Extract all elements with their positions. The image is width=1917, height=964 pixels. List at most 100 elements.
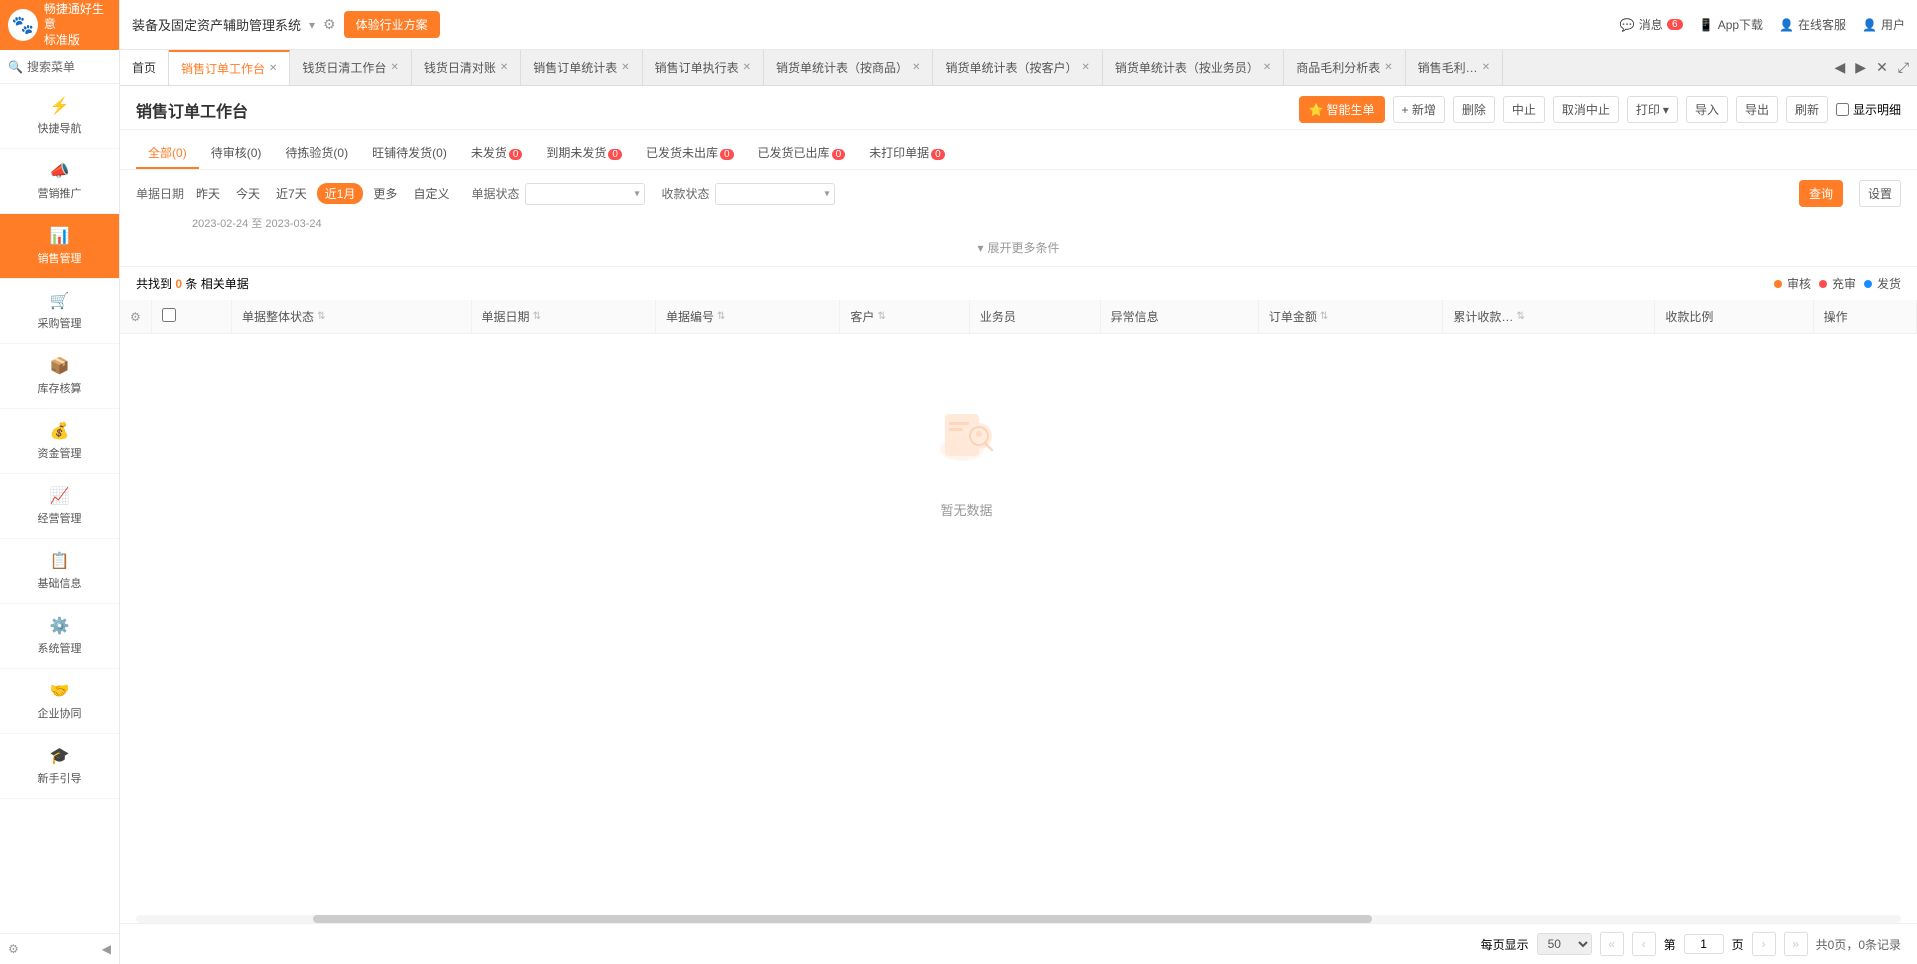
filter-tab-unprinted[interactable]: 未打印单据0 — [857, 138, 957, 169]
status-select[interactable] — [525, 183, 645, 205]
date-yesterday-btn[interactable]: 昨天 — [190, 183, 226, 204]
reconciliation-tab[interactable]: 钱货日清对账 ✕ — [412, 50, 521, 86]
ship-action[interactable]: 发货 — [1864, 275, 1901, 292]
next-page-btn[interactable]: › — [1752, 932, 1776, 956]
th-customer-sort[interactable]: 客户 ⇅ — [850, 308, 958, 325]
sidebar-item-marketing[interactable]: 📣 营销推广 — [0, 149, 119, 214]
filter-tab-pending[interactable]: 待审核(0) — [199, 138, 274, 169]
tab-expand-btn[interactable]: ⤢ — [1894, 57, 1913, 78]
customer-stats-tab[interactable]: 销货单统计表（按客户） ✕ — [933, 50, 1102, 86]
sidebar-item-quick-nav[interactable]: ⚡ 快捷导航 — [0, 84, 119, 149]
export-button[interactable]: 导出 — [1736, 96, 1778, 123]
payment-select[interactable] — [715, 183, 835, 205]
sidebar-item-finance[interactable]: 💰 资金管理 — [0, 409, 119, 474]
query-button[interactable]: 查询 — [1799, 180, 1843, 207]
online-service-item[interactable]: 👤 在线客服 — [1779, 16, 1846, 33]
sales-exec-tab[interactable]: 销售订单执行表 ✕ — [643, 50, 764, 86]
customer-stats-tab-close[interactable]: ✕ — [1081, 62, 1089, 73]
topbar-gear-icon[interactable]: ⚙ — [323, 16, 336, 33]
print-button[interactable]: 打印 ▾ — [1627, 96, 1678, 123]
topbar-left: 装备及固定资产辅助管理系统 ▾ ⚙ 体验行业方案 — [132, 11, 440, 38]
sidebar-item-purchase[interactable]: 🛒 采购管理 — [0, 279, 119, 344]
reconciliation-tab-close[interactable]: ✕ — [500, 62, 508, 73]
sales-stats-tab[interactable]: 销售订单统计表 ✕ — [521, 50, 642, 86]
import-button[interactable]: 导入 — [1686, 96, 1728, 123]
date-more-btn[interactable]: 更多 — [367, 183, 403, 204]
filter-tab-shipped[interactable]: 已发货未出库0 — [634, 138, 746, 169]
audit-action[interactable]: 审核 — [1774, 275, 1811, 292]
first-page-btn[interactable]: « — [1600, 932, 1624, 956]
refresh-button[interactable]: 刷新 — [1786, 96, 1828, 123]
system-dropdown-icon[interactable]: ▾ — [309, 18, 315, 32]
sales-exec-tab-close[interactable]: ✕ — [743, 62, 751, 73]
salesperson-stats-tab-close[interactable]: ✕ — [1263, 62, 1271, 73]
stop-button[interactable]: 中止 — [1503, 96, 1545, 123]
sales-order-tab[interactable]: 销售订单工作台 ✕ — [169, 50, 290, 86]
date-today-btn[interactable]: 今天 — [230, 183, 266, 204]
h-scrollbar[interactable] — [136, 915, 1901, 923]
cash-goods-tab-close[interactable]: ✕ — [390, 62, 398, 73]
filter-tab-done[interactable]: 已发货已出库0 — [746, 138, 858, 169]
cash-goods-tab[interactable]: 钱货日清工作台 ✕ — [290, 50, 411, 86]
filter-tab-inspect[interactable]: 待拣验货(0) — [273, 138, 360, 169]
footer-gear-icon[interactable]: ⚙ — [8, 942, 19, 956]
tab-prev-btn[interactable]: ◀ — [1831, 57, 1850, 78]
message-item[interactable]: 💬 消息 6 — [1620, 16, 1683, 33]
sidebar-item-system[interactable]: ⚙️ 系统管理 — [0, 604, 119, 669]
page-size-select[interactable]: 50 100 200 — [1537, 933, 1592, 955]
tab-next-btn[interactable]: ▶ — [1851, 57, 1870, 78]
th-amount-sort[interactable]: 订单金额 ⇅ — [1269, 308, 1432, 325]
customer-sort-icon: ⇅ — [877, 311, 885, 322]
filter-tab-overdue[interactable]: 到期未发货0 — [534, 138, 634, 169]
profit-tab[interactable]: 商品毛利分析表 ✕ — [1284, 50, 1405, 86]
message-icon: 💬 — [1620, 18, 1635, 32]
th-number-sort[interactable]: 单据编号 ⇅ — [666, 308, 829, 325]
sidebar-item-inventory[interactable]: 📦 库存核算 — [0, 344, 119, 409]
th-status-sort[interactable]: 单据整体状态 ⇅ — [242, 308, 461, 325]
sales-icon: 📊 — [50, 226, 70, 246]
th-date-sort[interactable]: 单据日期 ⇅ — [482, 308, 645, 325]
profit-tab-close[interactable]: ✕ — [1384, 62, 1392, 73]
sidebar-item-guide[interactable]: 🎓 新手引导 — [0, 734, 119, 799]
cancel-audit-action[interactable]: 充审 — [1819, 275, 1856, 292]
sidebar-item-operation[interactable]: 📈 经营管理 — [0, 474, 119, 539]
smart-create-button[interactable]: ⭐ 智能生单 — [1299, 96, 1385, 123]
sidebar-item-basic-info[interactable]: 📋 基础信息 — [0, 539, 119, 604]
show-detail-checkbox[interactable]: 显示明细 — [1836, 101, 1901, 118]
filter-tab-unshipped[interactable]: 未发货0 — [459, 138, 535, 169]
prev-page-btn[interactable]: ‹ — [1632, 932, 1656, 956]
page-input[interactable] — [1684, 934, 1724, 954]
expand-label: 展开更多条件 — [988, 239, 1060, 256]
sales-profit-tab-close[interactable]: ✕ — [1482, 62, 1490, 73]
select-all-checkbox[interactable] — [162, 308, 176, 322]
sales-stats-tab-close[interactable]: ✕ — [621, 62, 629, 73]
cancel-stop-button[interactable]: 取消中止 — [1553, 96, 1619, 123]
show-detail-input[interactable] — [1836, 103, 1849, 116]
footer-collapse-icon[interactable]: ◀ — [102, 942, 111, 956]
solution-button[interactable]: 体验行业方案 — [344, 11, 440, 38]
user-item[interactable]: 👤 用户 — [1862, 16, 1905, 33]
date-custom-btn[interactable]: 自定义 — [407, 183, 455, 204]
sales-profit-tab[interactable]: 销售毛利… ✕ — [1406, 50, 1503, 86]
th-collected-sort[interactable]: 累计收款… ⇅ — [1453, 308, 1644, 325]
home-tab[interactable]: 首页 — [120, 50, 169, 86]
last-page-btn[interactable]: » — [1784, 932, 1808, 956]
app-download-item[interactable]: 📱 App下载 — [1699, 16, 1763, 33]
add-button[interactable]: + 新增 — [1393, 96, 1445, 123]
column-settings-icon[interactable]: ⚙ — [130, 310, 141, 324]
salesperson-stats-tab[interactable]: 销货单统计表（按业务员） ✕ — [1103, 50, 1284, 86]
filter-tab-shop[interactable]: 旺铺待发货(0) — [360, 138, 459, 169]
delete-button[interactable]: 删除 — [1453, 96, 1495, 123]
sidebar-item-sales[interactable]: 📊 销售管理 — [0, 214, 119, 279]
settings-button[interactable]: 设置 — [1859, 180, 1901, 207]
filter-tab-all[interactable]: 全部(0) — [136, 138, 199, 169]
date-7days-btn[interactable]: 近7天 — [270, 183, 313, 204]
tab-close-all-btn[interactable]: ✕ — [1872, 57, 1892, 78]
goods-stats-tab[interactable]: 销货单统计表（按商品） ✕ — [764, 50, 933, 86]
sidebar-item-cooperation[interactable]: 🤝 企业协同 — [0, 669, 119, 734]
sales-order-tab-close[interactable]: ✕ — [269, 63, 277, 74]
date-1month-btn[interactable]: 近1月 — [317, 183, 364, 204]
goods-stats-tab-close[interactable]: ✕ — [912, 62, 920, 73]
expand-more-btn[interactable]: ▾ 展开更多条件 — [977, 239, 1059, 256]
sidebar-search[interactable]: 🔍 搜索菜单 — [0, 50, 119, 84]
